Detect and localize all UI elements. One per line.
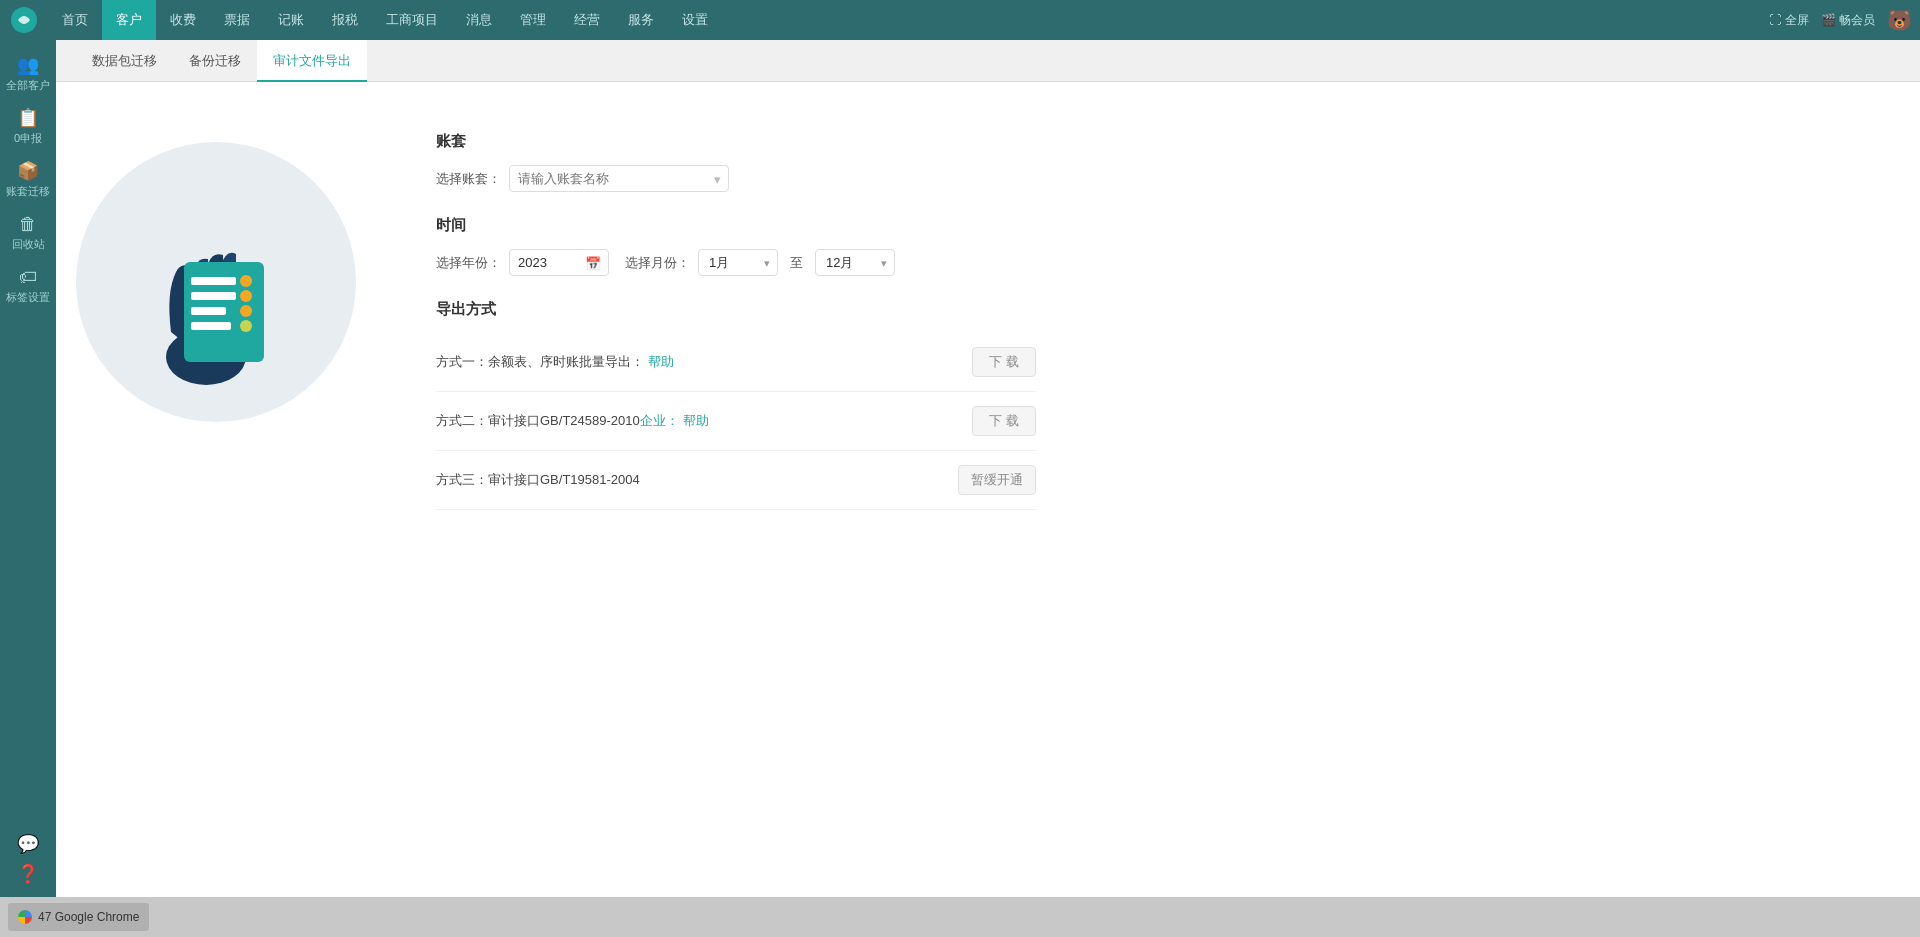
- export-method-2: 方式二：审计接口GB/T24589-2010企业：帮助 下 载: [436, 392, 1036, 451]
- sidebar-bottom-icon1[interactable]: 💬: [17, 833, 39, 855]
- nav-operation[interactable]: 经营: [560, 0, 614, 40]
- nav-bookkeeping[interactable]: 记账: [264, 0, 318, 40]
- nav-client[interactable]: 客户: [102, 0, 156, 40]
- download-button-2[interactable]: 下 载: [972, 406, 1036, 436]
- page-content: 账套 选择账套： ▾ 时间 选择年份： 📅 选择月份：: [56, 82, 1920, 897]
- top-navigation: 首页 客户 收费 票据 记账 报税 工商项目 消息 管理 经营 服务 设置 ⛶ …: [0, 0, 1920, 40]
- export-section-title: 导出方式: [436, 300, 1036, 319]
- dropdown-icon: ▾: [714, 171, 721, 186]
- content-area: 数据包迁移 备份迁移 审计文件导出: [56, 40, 1920, 897]
- month-end-wrap: 1月2月3月4月 5月6月7月8月 9月10月11月12月: [815, 249, 895, 276]
- account-migration-icon: 📦: [17, 162, 39, 180]
- export-method-1: 方式一：余额表、序时账批量导出：帮助 下 载: [436, 333, 1036, 392]
- account-row: 选择账套： ▾: [436, 165, 1036, 192]
- tab-data-migration[interactable]: 数据包迁移: [76, 40, 173, 82]
- nav-invoice[interactable]: 票据: [210, 0, 264, 40]
- logo: [8, 4, 40, 36]
- account-input-wrap: ▾: [509, 165, 729, 192]
- tab-backup-migration[interactable]: 备份迁移: [173, 40, 257, 82]
- svg-point-8: [240, 290, 252, 302]
- account-section-title: 账套: [436, 132, 1036, 151]
- top-nav-right: ⛶ 全屏 🎬 畅会员 🐻: [1769, 8, 1912, 32]
- nav-message[interactable]: 消息: [452, 0, 506, 40]
- sidebar-item-label: 账套迁移: [6, 184, 50, 199]
- illustration: [76, 142, 356, 422]
- taskbar-chrome[interactable]: 47 Google Chrome: [8, 903, 149, 931]
- year-label: 选择年份：: [436, 254, 501, 272]
- account-input[interactable]: [509, 165, 729, 192]
- sidebar-item-account-migration[interactable]: 📦 账套迁移: [0, 154, 56, 207]
- sidebar: 👥 全部客户 📋 0申报 📦 账套迁移 🗑 回收站 🏷 标签设置 💬 ❓: [0, 40, 56, 897]
- sidebar-item-recycle[interactable]: 🗑 回收站: [0, 207, 56, 260]
- sidebar-item-label: 全部客户: [6, 78, 50, 93]
- svg-rect-6: [191, 322, 231, 330]
- form-panel: 账套 选择账套： ▾ 时间 选择年份： 📅 选择月份：: [436, 122, 1036, 510]
- fullscreen-button[interactable]: ⛶ 全屏: [1769, 12, 1808, 29]
- nav-items: 首页 客户 收费 票据 记账 报税 工商项目 消息 管理 经营 服务 设置: [48, 0, 1769, 40]
- time-section-title: 时间: [436, 216, 1036, 235]
- export-method-2-label: 方式二：审计接口GB/T24589-2010企业：帮助: [436, 412, 709, 430]
- help-link-2[interactable]: 帮助: [683, 413, 709, 428]
- nav-fee[interactable]: 收费: [156, 0, 210, 40]
- svg-point-9: [240, 305, 252, 317]
- svg-rect-4: [191, 292, 236, 300]
- account-label: 选择账套：: [436, 170, 501, 188]
- month-end-select[interactable]: 1月2月3月4月 5月6月7月8月 9月10月11月12月: [815, 249, 895, 276]
- month-start-wrap: 1月2月3月4月 5月6月7月8月 9月10月11月12月: [698, 249, 778, 276]
- export-method-3-label: 方式三：审计接口GB/T19581-2004: [436, 471, 640, 489]
- user-avatar[interactable]: 🐻: [1887, 8, 1912, 32]
- export-method-3: 方式三：审计接口GB/T19581-2004 暂缓开通: [436, 451, 1036, 510]
- chrome-icon: [18, 910, 32, 924]
- nav-settings[interactable]: 设置: [668, 0, 722, 40]
- svg-rect-3: [191, 277, 236, 285]
- calendar-icon: 📅: [585, 255, 601, 270]
- sidebar-item-label: 回收站: [12, 237, 45, 252]
- time-row: 选择年份： 📅 选择月份： 1月2月3月4月 5月6月7月8月 9月10月11月…: [436, 249, 1036, 276]
- nav-service[interactable]: 服务: [614, 0, 668, 40]
- open-button-3[interactable]: 暂缓开通: [958, 465, 1036, 495]
- zero-declare-icon: 📋: [17, 109, 39, 127]
- svg-point-10: [240, 320, 252, 332]
- sidebar-item-all-clients[interactable]: 👥 全部客户: [0, 48, 56, 101]
- nav-tax[interactable]: 报税: [318, 0, 372, 40]
- taskbar-label: 47 Google Chrome: [38, 910, 139, 924]
- tab-bar: 数据包迁移 备份迁移 审计文件导出: [56, 40, 1920, 82]
- export-method-1-label: 方式一：余额表、序时账批量导出：帮助: [436, 353, 674, 371]
- vip-button[interactable]: 🎬 畅会员: [1821, 12, 1875, 29]
- svg-rect-5: [191, 307, 226, 315]
- taskbar: 47 Google Chrome: [0, 897, 1920, 937]
- month-start-select[interactable]: 1月2月3月4月 5月6月7月8月 9月10月11月12月: [698, 249, 778, 276]
- sidebar-bottom: 💬 ❓: [17, 833, 39, 897]
- all-clients-icon: 👥: [17, 56, 39, 74]
- nav-business[interactable]: 工商项目: [372, 0, 452, 40]
- sidebar-item-label: 标签设置: [6, 290, 50, 305]
- sidebar-item-label: 0申报: [14, 131, 42, 146]
- nav-home[interactable]: 首页: [48, 0, 102, 40]
- main-layout: 👥 全部客户 📋 0申报 📦 账套迁移 🗑 回收站 🏷 标签设置 💬 ❓ 数据包…: [0, 40, 1920, 897]
- help-link-1[interactable]: 帮助: [648, 354, 674, 369]
- nav-manage[interactable]: 管理: [506, 0, 560, 40]
- year-input-wrap: 📅: [509, 249, 609, 276]
- sidebar-item-tag-settings[interactable]: 🏷 标签设置: [0, 260, 56, 313]
- tab-audit-export[interactable]: 审计文件导出: [257, 40, 367, 82]
- recycle-icon: 🗑: [19, 215, 37, 233]
- to-label: 至: [790, 254, 803, 272]
- company-link[interactable]: 企业：: [640, 413, 679, 428]
- svg-point-7: [240, 275, 252, 287]
- download-button-1[interactable]: 下 载: [972, 347, 1036, 377]
- sidebar-bottom-icon2[interactable]: ❓: [17, 863, 39, 885]
- month-label: 选择月份：: [625, 254, 690, 272]
- tag-settings-icon: 🏷: [19, 268, 37, 286]
- sidebar-item-zero-declare[interactable]: 📋 0申报: [0, 101, 56, 154]
